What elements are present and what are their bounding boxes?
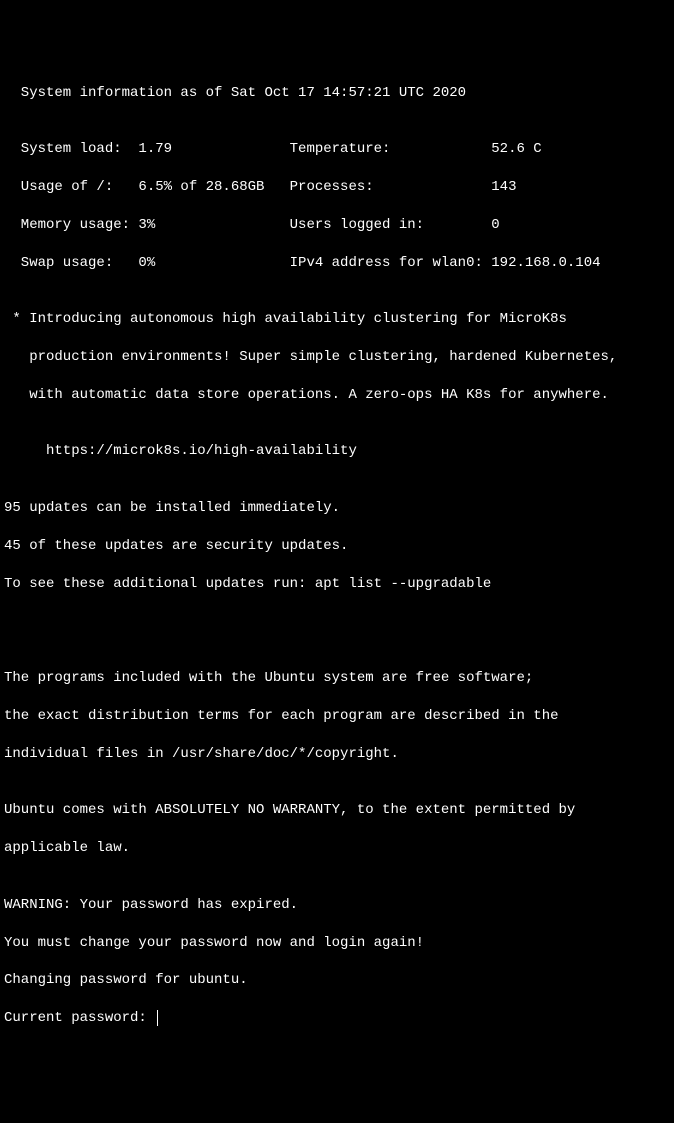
- system-load-line: System load: 1.79 Temperature: 52.6 C: [4, 140, 670, 159]
- password-prompt-line: Current password:: [4, 1009, 670, 1028]
- legal-line-3: individual files in /usr/share/doc/*/cop…: [4, 745, 670, 764]
- password-prompt-label: Current password:: [4, 1010, 155, 1026]
- disk-usage-line: Usage of /: 6.5% of 28.68GB Processes: 1…: [4, 178, 670, 197]
- password-warning-line-3: Changing password for ubuntu.: [4, 971, 670, 990]
- swap-usage-line: Swap usage: 0% IPv4 address for wlan0: 1…: [4, 254, 670, 273]
- warranty-line-1: Ubuntu comes with ABSOLUTELY NO WARRANTY…: [4, 801, 670, 820]
- promo-url: https://microk8s.io/high-availability: [4, 442, 670, 461]
- system-info-header: System information as of Sat Oct 17 14:5…: [4, 84, 670, 103]
- warranty-line-2: applicable law.: [4, 839, 670, 858]
- promo-line-1: * Introducing autonomous high availabili…: [4, 310, 670, 329]
- promo-line-2: production environments! Super simple cl…: [4, 348, 670, 367]
- legal-line-1: The programs included with the Ubuntu sy…: [4, 669, 670, 688]
- updates-line-3: To see these additional updates run: apt…: [4, 575, 670, 594]
- password-warning-line-1: WARNING: Your password has expired.: [4, 896, 670, 915]
- updates-line-1: 95 updates can be installed immediately.: [4, 499, 670, 518]
- cursor-icon[interactable]: [157, 1010, 158, 1026]
- password-warning-line-2: You must change your password now and lo…: [4, 934, 670, 953]
- promo-line-3: with automatic data store operations. A …: [4, 386, 670, 405]
- updates-line-2: 45 of these updates are security updates…: [4, 537, 670, 556]
- legal-line-2: the exact distribution terms for each pr…: [4, 707, 670, 726]
- memory-usage-line: Memory usage: 3% Users logged in: 0: [4, 216, 670, 235]
